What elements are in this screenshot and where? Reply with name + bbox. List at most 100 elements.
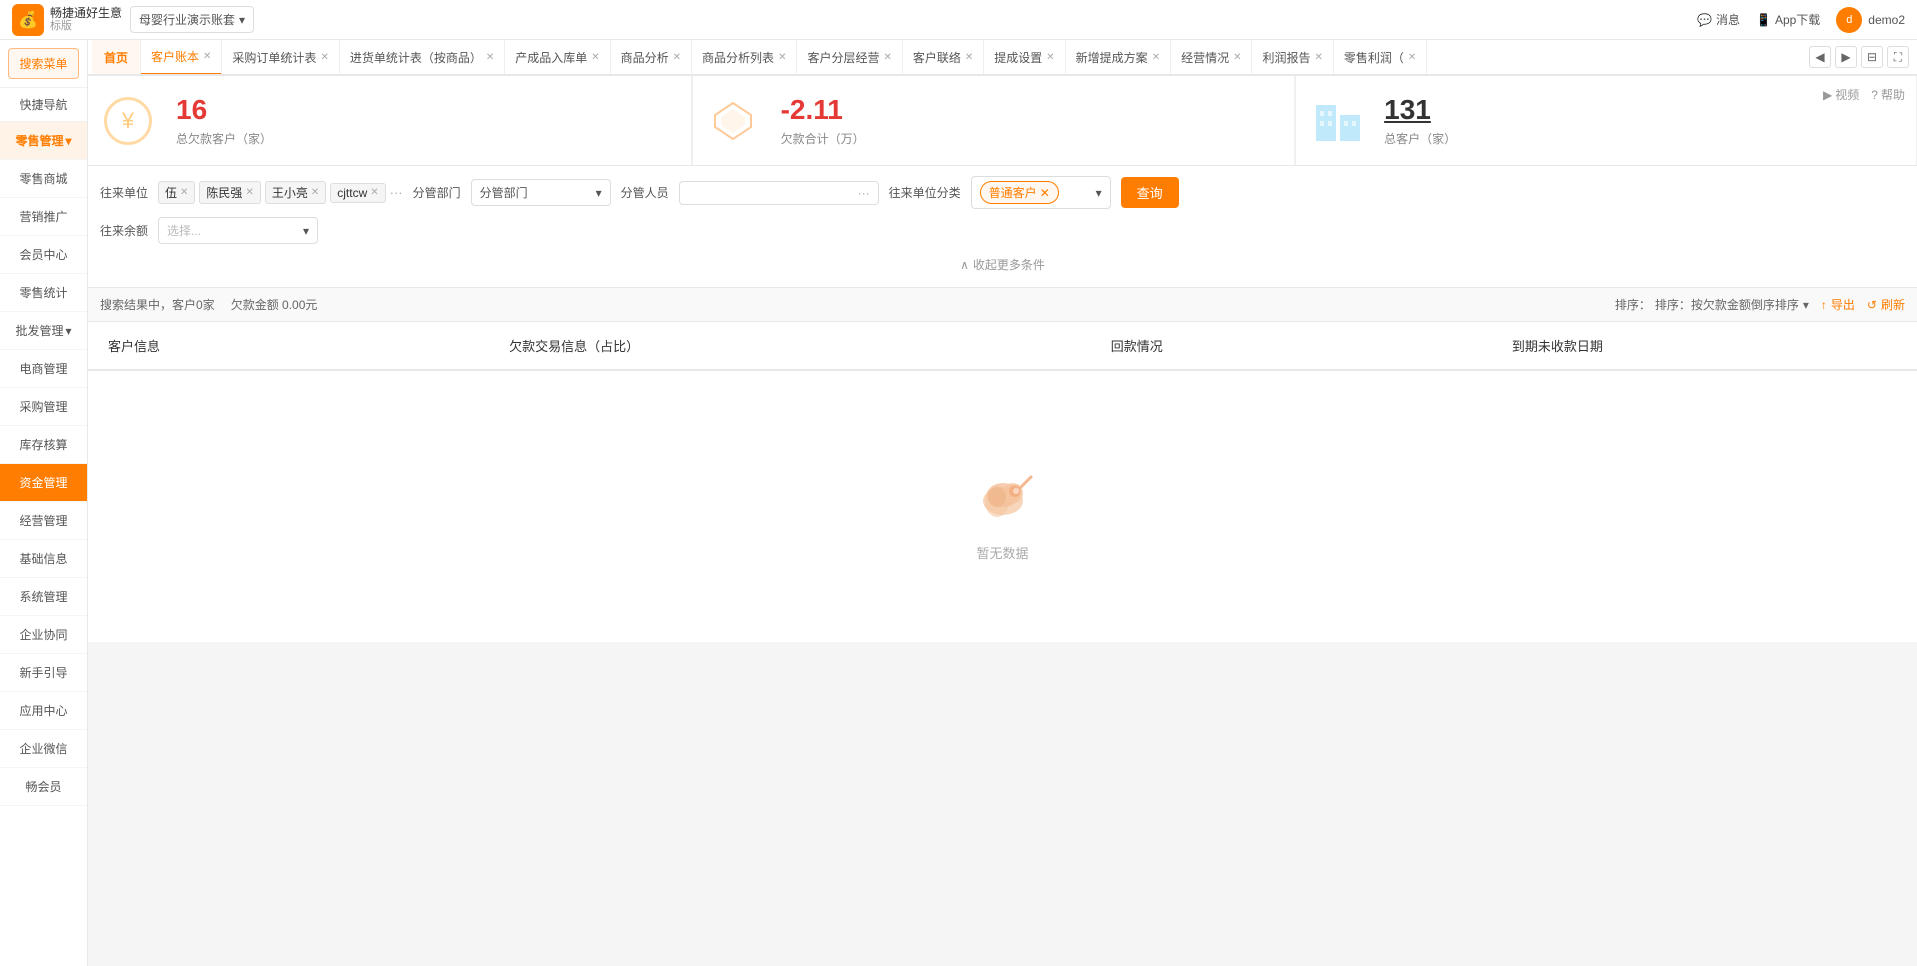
tab-purchase-order-stats[interactable]: 采购订单统计表 ✕ bbox=[222, 40, 339, 75]
tab-close-icon[interactable]: ✕ bbox=[673, 52, 681, 63]
sidebar-item-retail-mgmt[interactable]: 零售管理 ▾ bbox=[0, 122, 87, 160]
stats-row: ¥ 16 总欠款客户（家） bbox=[88, 76, 1917, 166]
user-menu[interactable]: d demo2 bbox=[1836, 7, 1905, 33]
tag-close-chen[interactable]: ✕ bbox=[245, 187, 253, 198]
stat3-value: 131 bbox=[1384, 94, 1456, 126]
sidebar-item-wholesale-mgmt[interactable]: 批发管理 ▾ bbox=[0, 312, 87, 350]
tab-product-cost[interactable]: 产成品入库单 ✕ bbox=[505, 40, 610, 75]
sidebar-search-area: 搜索菜单 bbox=[0, 40, 87, 88]
sidebar-item-system[interactable]: 系统管理 bbox=[0, 578, 87, 616]
sidebar-item-retail-stats[interactable]: 零售统计 bbox=[0, 274, 87, 312]
main-layout: 搜索菜单 快捷导航 零售管理 ▾ 零售商城 营销推广 会员中心 零售统计 批发管… bbox=[0, 40, 1917, 966]
chevron-down-icon: ▾ bbox=[1803, 298, 1809, 312]
results-bar-right: 排序： 排序：按欠款金额倒序排序 ▾ ↑ 导出 ↺ 刷新 bbox=[1615, 296, 1905, 313]
filter-row-2: 往来余额 选择... ▾ bbox=[100, 217, 1905, 244]
tab-close-icon[interactable]: ✕ bbox=[1046, 52, 1054, 63]
tab-close-icon[interactable]: ✕ bbox=[1152, 52, 1160, 63]
sidebar-item-vip-member[interactable]: 畅会员 bbox=[0, 768, 87, 806]
page-content: ¥ 16 总欠款客户（家） bbox=[88, 76, 1917, 966]
tab-prev-button[interactable]: ◀ bbox=[1809, 46, 1831, 68]
refresh-button[interactable]: ↺ 刷新 bbox=[1867, 296, 1905, 313]
tab-close-icon[interactable]: ✕ bbox=[486, 52, 494, 63]
tab-expand-button[interactable]: ⊟ bbox=[1861, 46, 1883, 68]
tab-customer-contact[interactable]: 客户联络 ✕ bbox=[903, 40, 984, 75]
filter-section: 往来单位 伍 ✕ 陈民强 ✕ 王小亮 ✕ bbox=[88, 166, 1917, 288]
tab-close-icon[interactable]: ✕ bbox=[965, 52, 973, 63]
sidebar-item-enterprise-wx[interactable]: 企业微信 bbox=[0, 730, 87, 768]
balance-select[interactable]: 选择... ▾ bbox=[158, 217, 318, 244]
more-tags-button[interactable]: ··· bbox=[390, 185, 403, 200]
tab-close-icon[interactable]: ✕ bbox=[778, 52, 786, 63]
chevron-down-icon: ▾ bbox=[239, 13, 245, 27]
tab-stock-stats[interactable]: 进货单统计表（按商品） ✕ bbox=[340, 40, 505, 75]
tab-close-icon[interactable]: ✕ bbox=[591, 52, 599, 63]
empty-state: 暂无数据 bbox=[88, 371, 1917, 642]
sidebar-item-operations[interactable]: 经营管理 bbox=[0, 502, 87, 540]
tab-close-icon[interactable]: ✕ bbox=[1233, 52, 1241, 63]
query-button[interactable]: 查询 bbox=[1121, 177, 1179, 208]
tab-close-icon[interactable]: ✕ bbox=[1315, 52, 1323, 63]
help-button[interactable]: ? 帮助 bbox=[1871, 86, 1905, 103]
tab-home[interactable]: 首页 bbox=[92, 40, 141, 75]
sidebar-item-ecommerce[interactable]: 电商管理 bbox=[0, 350, 87, 388]
export-icon: ↑ bbox=[1821, 298, 1827, 312]
tag-close-wu[interactable]: ✕ bbox=[180, 187, 188, 198]
export-button[interactable]: ↑ 导出 bbox=[1821, 296, 1855, 313]
unit-label: 往来单位 bbox=[100, 184, 148, 201]
sort-select[interactable]: 排序： 排序：按欠款金额倒序排序 ▾ bbox=[1615, 296, 1809, 313]
more-options-icon: ··· bbox=[858, 186, 870, 200]
sidebar-item-app-center[interactable]: 应用中心 bbox=[0, 692, 87, 730]
sidebar-item-purchase-mgmt[interactable]: 采购管理 bbox=[0, 388, 87, 426]
chevron-icon: ▾ bbox=[65, 324, 71, 338]
stat-building-bg bbox=[1312, 97, 1364, 145]
sidebar-item-inventory[interactable]: 库存核算 bbox=[0, 426, 87, 464]
search-menu-button[interactable]: 搜索菜单 bbox=[8, 48, 79, 79]
message-icon: 💬 bbox=[1697, 13, 1712, 27]
person-label: 分管人员 bbox=[621, 184, 669, 201]
tab-close-icon[interactable]: ✕ bbox=[1408, 52, 1416, 63]
tag-close-cjttcw[interactable]: ✕ bbox=[370, 187, 378, 198]
quick-nav-button[interactable]: 快捷导航 bbox=[0, 88, 87, 122]
sidebar-item-finance[interactable]: 资金管理 bbox=[0, 464, 87, 502]
tag-close-unit-class[interactable]: ✕ bbox=[1040, 186, 1050, 200]
sidebar-item-retail-store[interactable]: 零售商城 bbox=[0, 160, 87, 198]
tab-customer-tier[interactable]: 客户分层经营 ✕ bbox=[797, 40, 902, 75]
tab-next-button[interactable]: ▶ bbox=[1835, 46, 1857, 68]
stat1-label: 总欠款客户（家） bbox=[176, 130, 272, 147]
sidebar-item-new-guide[interactable]: 新手引导 bbox=[0, 654, 87, 692]
sidebar-item-marketing[interactable]: 营销推广 bbox=[0, 198, 87, 236]
dept-select[interactable]: 分管部门 ▾ bbox=[471, 179, 611, 206]
sidebar-item-enterprise[interactable]: 企业协同 bbox=[0, 616, 87, 654]
col-repayment: 回款情况 bbox=[1103, 332, 1504, 359]
app-download-button[interactable]: 📱 App下载 bbox=[1756, 11, 1820, 28]
tab-close-icon[interactable]: ✕ bbox=[203, 51, 211, 62]
tab-fullscreen-button[interactable]: ⛶ bbox=[1887, 46, 1909, 68]
account-selector[interactable]: 母婴行业演示账套 ▾ bbox=[130, 6, 254, 33]
unit-class-select[interactable]: 普通客户 ✕ ▾ bbox=[971, 176, 1111, 209]
message-button[interactable]: 💬 消息 bbox=[1697, 11, 1740, 28]
tab-retail-profit[interactable]: 零售利润（ ✕ bbox=[1334, 40, 1427, 75]
empty-icon bbox=[963, 451, 1043, 531]
sidebar-item-member-center[interactable]: 会员中心 bbox=[0, 236, 87, 274]
results-bar: 搜索结果中，客户0家 欠款金额 0.00元 排序： 排序：按欠款金额倒序排序 ▾… bbox=[88, 288, 1917, 322]
tab-new-collection[interactable]: 新增提成方案 ✕ bbox=[1066, 40, 1171, 75]
tab-customer-accounts[interactable]: 客户账本 ✕ bbox=[141, 40, 222, 75]
tab-collection-settings[interactable]: 提成设置 ✕ bbox=[984, 40, 1065, 75]
filter-tag-wu: 伍 ✕ bbox=[158, 181, 195, 204]
tab-business-status[interactable]: 经营情况 ✕ bbox=[1171, 40, 1252, 75]
tab-close-icon[interactable]: ✕ bbox=[320, 52, 328, 63]
tag-close-wang[interactable]: ✕ bbox=[311, 187, 319, 198]
sidebar-item-basic-info[interactable]: 基础信息 bbox=[0, 540, 87, 578]
collapse-button[interactable]: ∧ 收起更多条件 bbox=[948, 252, 1057, 277]
tab-product-analysis[interactable]: 商品分析 ✕ bbox=[611, 40, 692, 75]
data-table: 客户信息 欠款交易信息（占比） 回款情况 到期未收款日期 bbox=[88, 322, 1917, 642]
tab-profit-report[interactable]: 利润报告 ✕ bbox=[1252, 40, 1333, 75]
tab-close-icon[interactable]: ✕ bbox=[883, 52, 891, 63]
person-select[interactable]: ··· bbox=[679, 181, 879, 205]
filter-tag-cjttcw: cjttcw ✕ bbox=[330, 183, 385, 203]
stat1-value: 16 bbox=[176, 94, 272, 126]
tab-product-analysis-list[interactable]: 商品分析列表 ✕ bbox=[692, 40, 797, 75]
filter-tag-chen: 陈民强 ✕ bbox=[199, 181, 260, 204]
video-button[interactable]: ▶ 视频 bbox=[1823, 86, 1859, 103]
video-help-area: ▶ 视频 ? 帮助 bbox=[1823, 86, 1905, 103]
